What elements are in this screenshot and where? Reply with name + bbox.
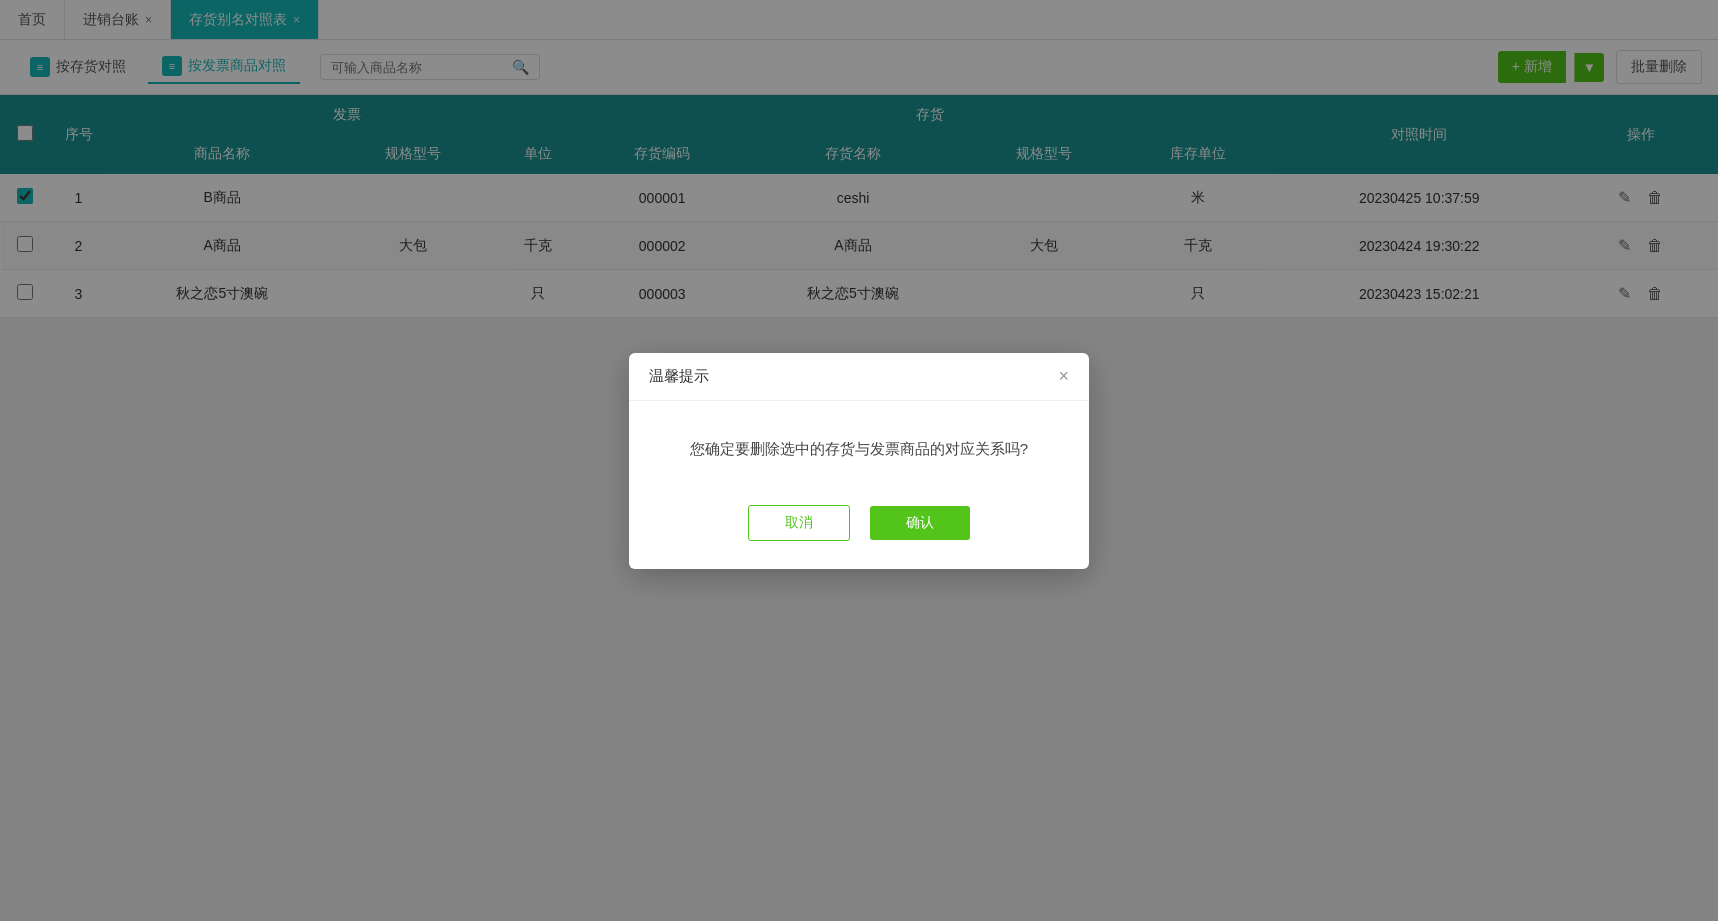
dialog-overlay: 温馨提示 × 您确定要删除选中的存货与发票商品的对应关系吗? 取消 确认 <box>0 0 1718 318</box>
